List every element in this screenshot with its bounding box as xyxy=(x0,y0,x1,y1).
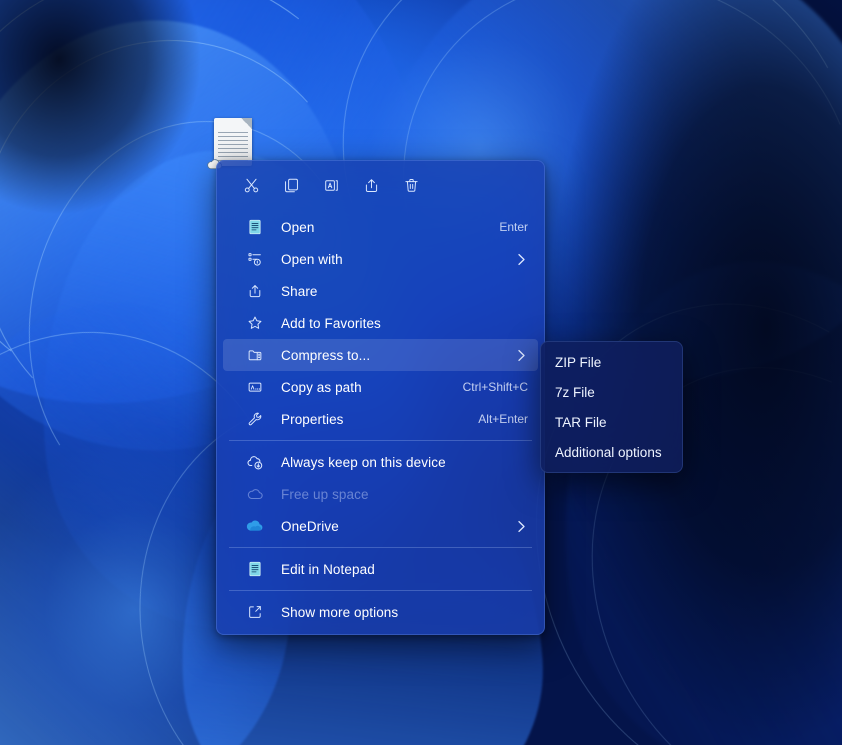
cloud-download-icon xyxy=(245,452,265,472)
menu-item-show-more-options[interactable]: Show more options xyxy=(223,596,538,628)
context-menu[interactable]: Open Enter Open with xyxy=(216,160,545,635)
rename-button[interactable] xyxy=(311,169,351,201)
submenu-item-zip-file[interactable]: ZIP File xyxy=(545,347,678,377)
wrench-icon xyxy=(245,409,265,429)
share-button[interactable] xyxy=(351,169,391,201)
menu-item-label: Always keep on this device xyxy=(281,455,528,470)
share-icon xyxy=(363,177,380,194)
show-more-options-icon xyxy=(245,602,265,622)
menu-group-apps: Edit in Notepad xyxy=(217,551,544,587)
context-menu-toolbar[interactable] xyxy=(217,161,544,209)
rename-icon xyxy=(323,177,340,194)
menu-item-copy-as-path[interactable]: Copy as path Ctrl+Shift+C xyxy=(223,371,538,403)
copy-button[interactable] xyxy=(271,169,311,201)
menu-item-shortcut: Ctrl+Shift+C xyxy=(463,380,528,394)
menu-item-open-with[interactable]: Open with xyxy=(223,243,538,275)
menu-item-shortcut: Alt+Enter xyxy=(478,412,528,426)
menu-item-compress-to[interactable]: Compress to... xyxy=(223,339,538,371)
wallpaper-shadow xyxy=(0,0,236,253)
menu-separator xyxy=(229,440,532,441)
menu-item-open[interactable]: Open Enter xyxy=(223,211,538,243)
page-fold-corner xyxy=(241,118,252,129)
menu-item-label: Share xyxy=(281,284,528,299)
cut-button[interactable] xyxy=(231,169,271,201)
menu-item-share[interactable]: Share xyxy=(223,275,538,307)
menu-item-label: Show more options xyxy=(281,605,528,620)
scissors-icon xyxy=(243,177,260,194)
submenu-item-label: ZIP File xyxy=(555,355,601,370)
menu-item-label: Copy as path xyxy=(281,380,451,395)
menu-group-more: Show more options xyxy=(217,594,544,634)
menu-item-label: Open xyxy=(281,220,487,235)
menu-separator xyxy=(229,590,532,591)
menu-item-label: Free up space xyxy=(281,487,528,502)
open-with-icon xyxy=(245,249,265,269)
copy-path-icon xyxy=(245,377,265,397)
submenu-item-tar-file[interactable]: TAR File xyxy=(545,407,678,437)
submenu-item-label: Additional options xyxy=(555,445,662,460)
notepad-document-icon xyxy=(245,559,265,579)
menu-item-properties[interactable]: Properties Alt+Enter xyxy=(223,403,538,435)
menu-item-always-keep-on-this-device[interactable]: Always keep on this device xyxy=(223,446,538,478)
cloud-outline-icon xyxy=(245,484,265,504)
menu-separator xyxy=(229,547,532,548)
compress-to-submenu[interactable]: ZIP File 7z File TAR File Additional opt… xyxy=(540,341,683,473)
wallpaper-ribbon xyxy=(518,227,842,745)
submenu-item-label: 7z File xyxy=(555,385,595,400)
menu-item-label: Open with xyxy=(281,252,506,267)
menu-item-label: Compress to... xyxy=(281,348,506,363)
star-icon xyxy=(245,313,265,333)
trash-icon xyxy=(403,177,420,194)
submenu-item-label: TAR File xyxy=(555,415,607,430)
menu-item-edit-in-notepad[interactable]: Edit in Notepad xyxy=(223,553,538,585)
notepad-document-icon xyxy=(245,217,265,237)
menu-group-onedrive: Always keep on this device Free up space xyxy=(217,444,544,544)
menu-item-onedrive[interactable]: OneDrive xyxy=(223,510,538,542)
menu-group-file-actions: Open Enter Open with xyxy=(217,209,544,437)
menu-item-label: Edit in Notepad xyxy=(281,562,528,577)
chevron-right-icon xyxy=(514,520,528,533)
menu-item-label: Properties xyxy=(281,412,466,427)
menu-item-label: OneDrive xyxy=(281,519,506,534)
share-icon xyxy=(245,281,265,301)
compress-folder-icon xyxy=(245,345,265,365)
submenu-item-additional-options[interactable]: Additional options xyxy=(545,437,678,467)
menu-item-free-up-space: Free up space xyxy=(223,478,538,510)
chevron-right-icon xyxy=(514,253,528,266)
submenu-item-7z-file[interactable]: 7z File xyxy=(545,377,678,407)
desktop[interactable]: Open Enter Open with xyxy=(0,0,842,745)
menu-item-shortcut: Enter xyxy=(499,220,528,234)
delete-button[interactable] xyxy=(391,169,431,201)
onedrive-cloud-icon xyxy=(245,516,265,536)
menu-item-add-to-favorites[interactable]: Add to Favorites xyxy=(223,307,538,339)
chevron-right-icon xyxy=(514,349,528,362)
copy-icon xyxy=(283,177,300,194)
menu-item-label: Add to Favorites xyxy=(281,316,528,331)
